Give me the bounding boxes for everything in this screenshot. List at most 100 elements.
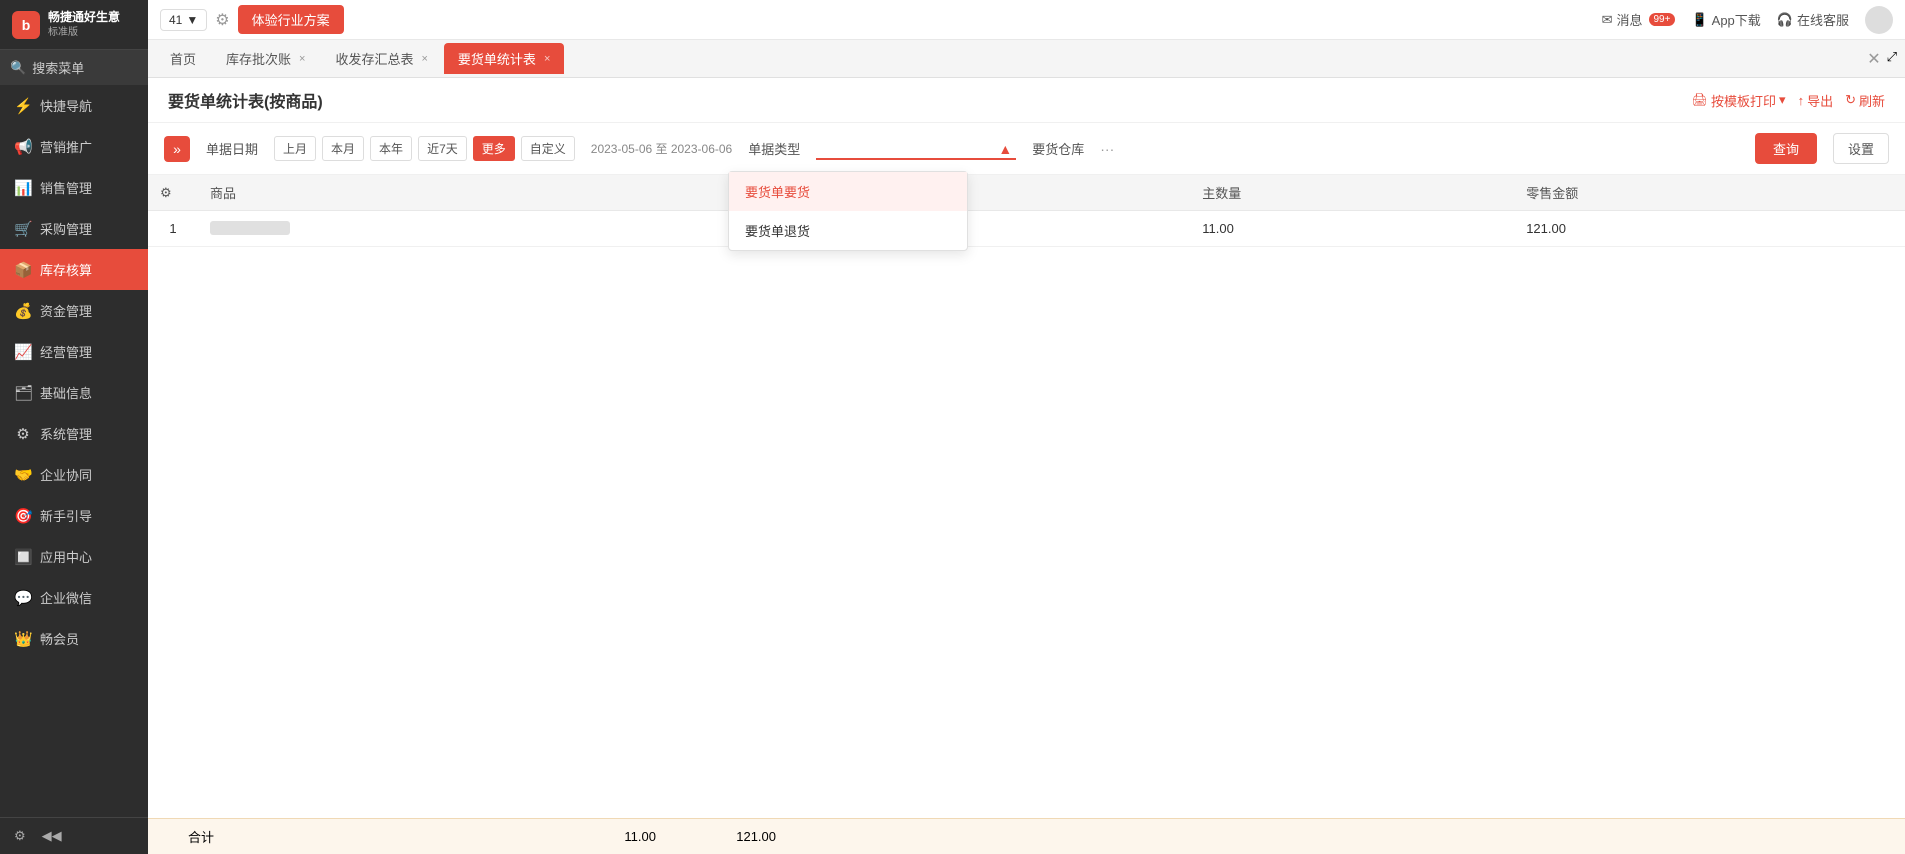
sidebar-item-营销推广[interactable]: 📢 营销推广 — [0, 126, 148, 167]
tab-label-3: 要货单统计表 — [458, 49, 536, 68]
export-action[interactable]: ↑ 导出 — [1798, 91, 1834, 110]
main: 41 ▼ ⚙ 体验行业方案 ✉ 消息 99+ 📱 App下载 🎧 在线客服 — [148, 0, 1905, 854]
page-header: 要货单统计表(按商品) 🖨 按模板打印 ▾ ↑ 导出 ↻ 刷新 — [148, 78, 1905, 123]
set-button[interactable]: 设置 — [1833, 133, 1889, 164]
menu-icon-9: 🤝 — [14, 466, 32, 484]
user-avatar[interactable] — [1865, 6, 1893, 34]
online-service-group[interactable]: 🎧 在线客服 — [1777, 10, 1849, 29]
sidebar-item-新手引导[interactable]: 🎯新手引导 — [0, 495, 148, 536]
chevron-up-icon[interactable]: ▲ — [998, 141, 1012, 157]
refresh-icon: ↻ — [1845, 92, 1856, 108]
menu-icon-2: 📊 — [14, 179, 32, 197]
tab-2[interactable]: 收发存汇总表 × — [321, 43, 441, 74]
date-btn-1[interactable]: 本月 — [322, 136, 364, 161]
sidebar-item-畅会员[interactable]: 👑 畅会员 — [0, 618, 148, 659]
topbar-right: ✉ 消息 99+ 📱 App下载 🎧 在线客服 — [1602, 6, 1893, 34]
date-filters: 上月本月本年近7天更多自定义 — [274, 136, 575, 161]
tab-close-3[interactable]: × — [544, 53, 550, 65]
tab-0[interactable]: 首页 — [156, 43, 210, 74]
sidebar-item-资金管理[interactable]: 💰资金管理 — [0, 290, 148, 331]
sidebar-search[interactable]: 🔍 搜索菜单 — [0, 50, 148, 85]
sidebar-item-企业微信[interactable]: 💬企业微信 — [0, 577, 148, 618]
table-head: ⚙商品主计量单位主数量零售金额 — [148, 175, 1905, 211]
row-amount-0[interactable]: 121.00 — [1514, 211, 1905, 247]
sidebar-logo: b 畅捷通好生意 标准版 — [0, 0, 148, 50]
menu-label-1: 营销推广 — [40, 137, 92, 156]
message-icon: ✉ — [1602, 12, 1613, 28]
collapse-icon[interactable]: ◀◀ — [42, 828, 62, 844]
tab-1[interactable]: 库存批次账× — [212, 43, 319, 74]
headset-icon: 🎧 — [1777, 12, 1793, 28]
topbar-settings-icon[interactable]: ⚙ — [215, 10, 229, 30]
date-btn-2[interactable]: 本年 — [370, 136, 412, 161]
date-label: 单据日期 — [206, 139, 258, 158]
row-quantity-0[interactable]: 11.00 — [1190, 211, 1514, 247]
date-btn-0[interactable]: 上月 — [274, 136, 316, 161]
message-group[interactable]: ✉ 消息 99+ — [1602, 10, 1676, 29]
menu-label-8: 系统管理 — [40, 424, 92, 443]
sidebar-item-系统管理[interactable]: ⚙ 系统管理 — [0, 413, 148, 454]
menu-label-9: 企业协同 — [40, 465, 92, 484]
app-download-group[interactable]: 📱 App下载 — [1691, 10, 1760, 29]
col-header-quantity: 主数量 — [1190, 175, 1514, 211]
menu-icon-8: ⚙ — [14, 425, 32, 443]
tab-close-1[interactable]: × — [299, 53, 305, 65]
sidebar-item-快捷导航[interactable]: ⚡快捷导航 — [0, 85, 148, 126]
menu-icon-10: 🎯 — [14, 507, 32, 525]
app-download-label: App下载 — [1712, 10, 1761, 29]
sidebar-item-企业协同[interactable]: 🤝 企业协同 — [0, 454, 148, 495]
col-header-amount: 零售金额 — [1514, 175, 1905, 211]
type-label: 单据类型 — [748, 139, 800, 158]
table-row: 1 ████████ 块 11.00 121.00 — [148, 211, 1905, 247]
chevron-down-icon: ▼ — [186, 13, 198, 27]
sidebar-menu: ⚡快捷导航 📢 营销推广 📊销售管理🛒采购管理📦库存核算💰资金管理📈经营管理🗂基础信息… — [0, 85, 148, 817]
query-button[interactable]: 查询 — [1755, 133, 1817, 164]
sidebar-item-库存核算[interactable]: 📦库存核算 — [0, 249, 148, 290]
menu-icon-11: 🔲 — [14, 548, 32, 566]
table-header-row: ⚙商品主计量单位主数量零售金额 — [148, 175, 1905, 211]
tab-close-2[interactable]: × — [421, 53, 427, 65]
dropdown-item-0[interactable]: 要货单要货 — [729, 172, 967, 211]
filter-expand-button[interactable]: » — [164, 136, 190, 162]
sidebar-item-基础信息[interactable]: 🗂基础信息 — [0, 372, 148, 413]
trial-button[interactable]: 体验行业方案 — [238, 5, 344, 34]
menu-icon-4: 📦 — [14, 261, 32, 279]
close-all-icon[interactable]: ✕ — [1867, 49, 1880, 69]
row-product-0: ████████ — [198, 211, 733, 247]
page-actions: 🖨 按模板打印 ▾ ↑ 导出 ↻ 刷新 — [1692, 91, 1886, 110]
sidebar-item-采购管理[interactable]: 🛒采购管理 — [0, 208, 148, 249]
menu-icon-1: 📢 — [14, 138, 32, 156]
type-filter-wrapper: ▲ — [816, 137, 1016, 160]
logo-text: 畅捷通好生意 标准版 — [48, 10, 120, 39]
print-action[interactable]: 🖨 按模板打印 ▾ — [1692, 91, 1786, 110]
menu-icon-13: 👑 — [14, 630, 32, 648]
date-btn-4[interactable]: 更多 — [473, 136, 515, 161]
menu-label-3: 采购管理 — [40, 219, 92, 238]
maximize-icon[interactable]: ⤢ — [1887, 49, 1897, 69]
menu-icon-7: 🗂 — [14, 384, 32, 402]
sidebar-item-销售管理[interactable]: 📊销售管理 — [0, 167, 148, 208]
type-input[interactable] — [816, 137, 1016, 160]
store-name: 41 — [169, 13, 182, 27]
sidebar-item-应用中心[interactable]: 🔲应用中心 — [0, 536, 148, 577]
tabs-right: ✕ ⤢ — [1867, 49, 1897, 69]
tab-label-0: 首页 — [170, 49, 196, 68]
topbar: 41 ▼ ⚙ 体验行业方案 ✉ 消息 99+ 📱 App下载 🎧 在线客服 — [148, 0, 1905, 40]
refresh-action[interactable]: ↻ 刷新 — [1845, 91, 1885, 110]
sidebar-item-经营管理[interactable]: 📈经营管理 — [0, 331, 148, 372]
date-btn-5[interactable]: 自定义 — [521, 136, 575, 161]
warehouse-more-icon[interactable]: ··· — [1100, 141, 1114, 157]
menu-icon-6: 📈 — [14, 343, 32, 361]
tab-label-2: 收发存汇总表 — [335, 49, 413, 68]
date-btn-3[interactable]: 近7天 — [418, 136, 467, 161]
dropdown-item-1[interactable]: 要货单退货 — [729, 211, 967, 250]
row-num-0: 1 — [148, 211, 198, 247]
footer-amount: 121.00 — [668, 829, 788, 844]
notification-badge: 99+ — [1649, 13, 1676, 26]
phone-icon: 📱 — [1691, 12, 1707, 28]
menu-label-13: 畅会员 — [40, 629, 79, 648]
menu-icon-0: ⚡ — [14, 97, 32, 115]
tab-3[interactable]: 要货单统计表 × — [444, 43, 564, 74]
settings-icon[interactable]: ⚙ — [14, 828, 26, 844]
store-selector[interactable]: 41 ▼ — [160, 9, 207, 31]
